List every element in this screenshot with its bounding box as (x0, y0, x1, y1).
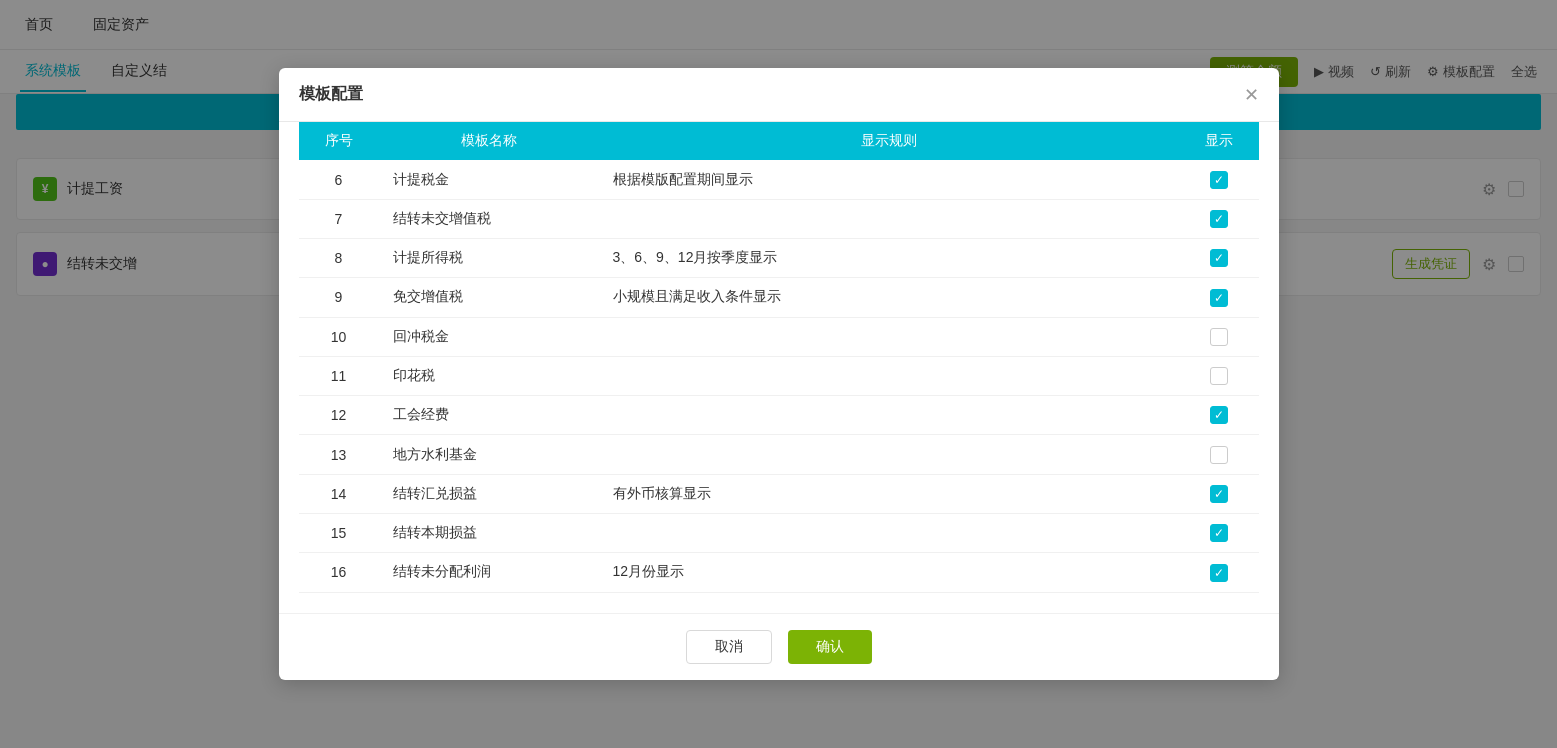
checkbox-14[interactable] (1210, 485, 1228, 503)
checkbox-12[interactable] (1210, 406, 1228, 424)
cell-rule: 小规模且满足收入条件显示 (599, 278, 1179, 317)
cell-checkbox (1179, 238, 1259, 277)
cell-rule: 12月份显示 (599, 553, 1179, 592)
cell-name: 结转未交增值税 (379, 199, 599, 238)
cell-name: 地方水利基金 (379, 435, 599, 474)
cell-name: 计提税金 (379, 160, 599, 199)
table-row: 7结转未交增值税 (299, 199, 1259, 238)
cell-id: 16 (299, 553, 379, 592)
modal-title: 模板配置 (299, 84, 363, 105)
cell-name: 工会经费 (379, 396, 599, 435)
checkbox-16[interactable] (1210, 564, 1228, 582)
cell-rule: 根据模版配置期间显示 (599, 160, 1179, 199)
table-row: 12工会经费 (299, 396, 1259, 435)
table-row: 9免交增值税小规模且满足收入条件显示 (299, 278, 1259, 317)
cell-checkbox (1179, 278, 1259, 317)
cell-id: 14 (299, 474, 379, 513)
cell-rule: 有外币核算显示 (599, 474, 1179, 513)
config-table: 序号 模板名称 显示规则 显示 6计提税金根据模版配置期间显示7结转未交增值税8… (299, 122, 1259, 592)
modal-body: 序号 模板名称 显示规则 显示 6计提税金根据模版配置期间显示7结转未交增值税8… (279, 122, 1279, 612)
col-header-name: 模板名称 (379, 122, 599, 160)
cell-checkbox (1179, 474, 1259, 513)
cell-checkbox (1179, 199, 1259, 238)
cell-checkbox (1179, 160, 1259, 199)
checkbox-7[interactable] (1210, 210, 1228, 228)
table-row: 6计提税金根据模版配置期间显示 (299, 160, 1259, 199)
cell-name: 回冲税金 (379, 317, 599, 356)
cell-id: 11 (299, 356, 379, 395)
cell-id: 6 (299, 160, 379, 199)
cell-name: 结转汇兑损益 (379, 474, 599, 513)
cell-checkbox (1179, 396, 1259, 435)
cell-checkbox (1179, 317, 1259, 356)
cell-checkbox (1179, 356, 1259, 395)
cell-id: 9 (299, 278, 379, 317)
checkbox-13[interactable] (1210, 446, 1228, 464)
col-header-id: 序号 (299, 122, 379, 160)
cell-checkbox (1179, 435, 1259, 474)
checkbox-15[interactable] (1210, 524, 1228, 542)
cell-id: 12 (299, 396, 379, 435)
cell-name: 免交增值税 (379, 278, 599, 317)
cell-rule (599, 199, 1179, 238)
cell-id: 15 (299, 514, 379, 553)
cell-id: 10 (299, 317, 379, 356)
table-row: 15结转本期损益 (299, 514, 1259, 553)
checkbox-8[interactable] (1210, 249, 1228, 267)
cell-id: 7 (299, 199, 379, 238)
cell-id: 8 (299, 238, 379, 277)
cell-name: 结转未分配利润 (379, 553, 599, 592)
cell-rule (599, 396, 1179, 435)
cancel-button[interactable]: 取消 (686, 630, 772, 664)
cell-checkbox (1179, 514, 1259, 553)
cell-rule (599, 317, 1179, 356)
checkbox-9[interactable] (1210, 289, 1228, 307)
col-header-rule: 显示规则 (599, 122, 1179, 160)
cell-rule: 3、6、9、12月按季度显示 (599, 238, 1179, 277)
table-row: 14结转汇兑损益有外币核算显示 (299, 474, 1259, 513)
table-row: 10回冲税金 (299, 317, 1259, 356)
checkbox-6[interactable] (1210, 171, 1228, 189)
modal-template-config: 模板配置 ✕ 序号 模板名称 显示规则 显示 6计提税金根据模版配置期间显示7结… (279, 68, 1279, 679)
checkbox-10[interactable] (1210, 328, 1228, 346)
table-row: 8计提所得税3、6、9、12月按季度显示 (299, 238, 1259, 277)
confirm-button[interactable]: 确认 (788, 630, 872, 664)
cell-name: 印花税 (379, 356, 599, 395)
checkbox-11[interactable] (1210, 367, 1228, 385)
modal-overlay: 模板配置 ✕ 序号 模板名称 显示规则 显示 6计提税金根据模版配置期间显示7结… (0, 0, 1557, 748)
modal-header: 模板配置 ✕ (279, 68, 1279, 122)
cell-name: 计提所得税 (379, 238, 599, 277)
cell-id: 13 (299, 435, 379, 474)
cell-name: 结转本期损益 (379, 514, 599, 553)
table-row: 16结转未分配利润12月份显示 (299, 553, 1259, 592)
cell-rule (599, 356, 1179, 395)
col-header-display: 显示 (1179, 122, 1259, 160)
modal-footer: 取消 确认 (279, 613, 1279, 680)
cell-checkbox (1179, 553, 1259, 592)
table-row: 13地方水利基金 (299, 435, 1259, 474)
cell-rule (599, 514, 1179, 553)
cell-rule (599, 435, 1179, 474)
table-row: 11印花税 (299, 356, 1259, 395)
modal-close-button[interactable]: ✕ (1244, 86, 1259, 104)
